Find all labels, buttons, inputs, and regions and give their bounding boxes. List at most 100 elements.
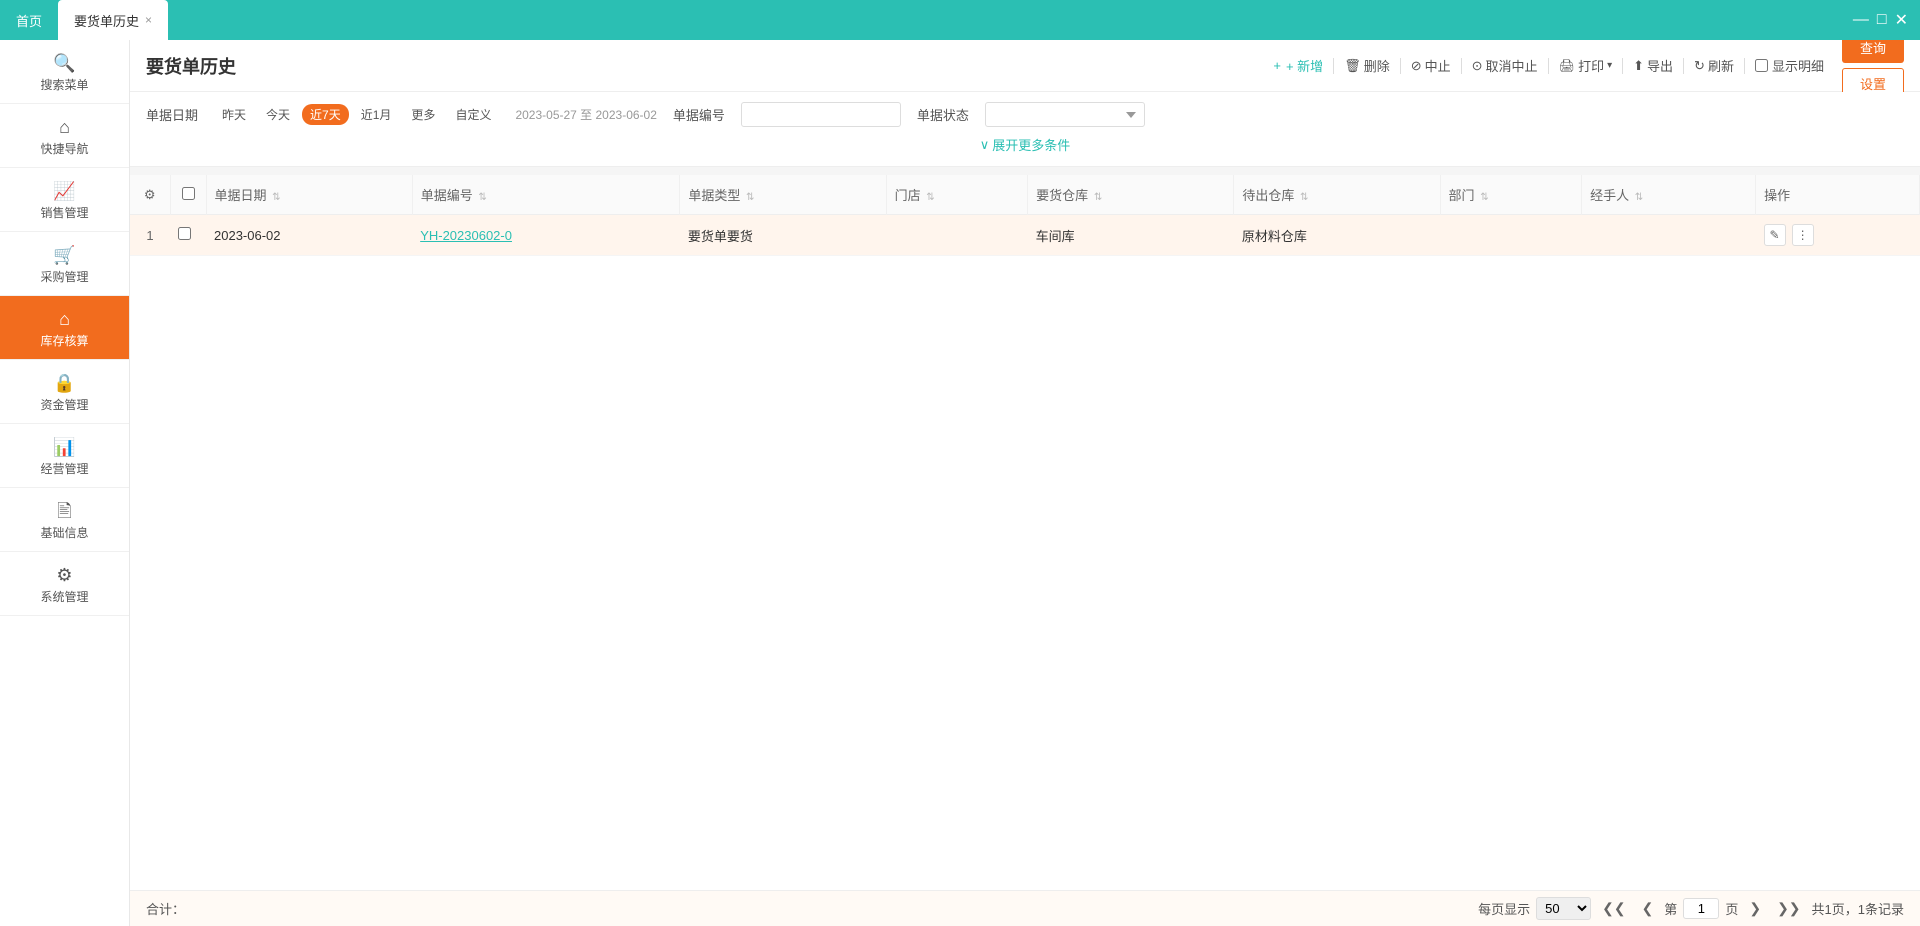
- bill-no-label: 单据编号: [673, 105, 725, 124]
- sales-icon: 📈: [53, 182, 75, 200]
- th-bill-no-label: 单据编号: [421, 188, 473, 203]
- th-pending-warehouse-label: 待出仓库: [1242, 188, 1294, 203]
- table-area: ⚙ 单据日期 ⇅ 单据编号 ⇅: [130, 175, 1920, 890]
- th-bill-type-label: 单据类型: [688, 188, 740, 203]
- toolbar-divider-7: [1744, 58, 1745, 74]
- tab-home[interactable]: 首页: [0, 0, 58, 40]
- th-date: 单据日期 ⇅: [206, 175, 412, 215]
- store-sort-icon[interactable]: ⇅: [926, 192, 934, 203]
- date-btn-1month[interactable]: 近1月: [353, 104, 400, 125]
- requisition-table: ⚙ 单据日期 ⇅ 单据编号 ⇅: [130, 175, 1920, 256]
- row-pending-warehouse: 原材料仓库: [1234, 215, 1440, 256]
- action-edit-icon[interactable]: ✎: [1764, 224, 1786, 246]
- action-more-icon[interactable]: ⋮: [1792, 224, 1814, 246]
- basic-info-icon: 🖹: [57, 502, 71, 520]
- show-detail-checkbox[interactable]: [1755, 59, 1768, 72]
- delete-icon: 🗑: [1344, 58, 1361, 74]
- per-page-label: 每页显示: [1478, 899, 1530, 918]
- req-warehouse-sort-icon[interactable]: ⇅: [1094, 192, 1102, 203]
- row-date: 2023-06-02: [206, 215, 412, 256]
- sidebar-item-basic-info[interactable]: 🖹 基础信息: [0, 488, 129, 552]
- toolbar-divider-3: [1461, 58, 1462, 74]
- sidebar-item-inventory[interactable]: ⌂ 库存核算: [0, 296, 129, 360]
- per-page-select[interactable]: 10 20 50 100: [1536, 897, 1591, 920]
- status-select[interactable]: 待审核 已审核 已拒绝: [985, 102, 1145, 127]
- maximize-icon[interactable]: □: [1877, 11, 1887, 29]
- page-number-input[interactable]: [1683, 898, 1719, 919]
- date-sort-icon[interactable]: ⇅: [272, 192, 280, 203]
- print-button[interactable]: 🖨 打印 ▾: [1559, 56, 1613, 75]
- prev-page-btn[interactable]: ❮: [1637, 898, 1659, 919]
- sidebar-item-label-system: 系统管理: [40, 588, 88, 605]
- date-btn-yesterday[interactable]: 昨天: [214, 104, 254, 125]
- search-menu-icon: 🔍: [53, 54, 75, 72]
- tab-requisition-history[interactable]: 要货单历史 ×: [58, 0, 168, 40]
- row-checkbox[interactable]: [178, 227, 191, 240]
- window-close-icon[interactable]: ✕: [1895, 10, 1908, 30]
- pending-warehouse-sort-icon[interactable]: ⇅: [1300, 192, 1308, 203]
- handler-sort-icon[interactable]: ⇅: [1635, 192, 1643, 203]
- row-num: 1: [130, 215, 170, 256]
- suspend-button[interactable]: ⊘ 中止: [1411, 56, 1451, 75]
- export-button[interactable]: ⬆ 导出: [1633, 56, 1673, 75]
- sidebar-item-purchase[interactable]: 🛒 采购管理: [0, 232, 129, 296]
- date-btn-7days[interactable]: 近7天: [302, 104, 349, 125]
- table-header-row: ⚙ 单据日期 ⇅ 单据编号 ⇅: [130, 175, 1920, 215]
- row-checkbox-cell: [170, 215, 206, 256]
- select-all-checkbox[interactable]: [182, 187, 195, 200]
- sidebar-item-label-finance: 资金管理: [40, 396, 88, 413]
- delete-button[interactable]: 🗑 删除: [1344, 56, 1390, 75]
- new-button[interactable]: + + 新增: [1273, 56, 1323, 75]
- sidebar-item-quick-nav[interactable]: ⌂ 快捷导航: [0, 104, 129, 168]
- toolbar-divider-6: [1683, 58, 1684, 74]
- toolbar-divider-5: [1622, 58, 1623, 74]
- bill-no-sort-icon[interactable]: ⇅: [478, 192, 486, 203]
- date-btn-today[interactable]: 今天: [258, 104, 298, 125]
- sidebar-item-ops[interactable]: 📊 经营管理: [0, 424, 129, 488]
- date-btn-more[interactable]: 更多: [403, 104, 443, 125]
- sidebar-item-label-quicknav: 快捷导航: [40, 140, 88, 157]
- th-dept: 部门 ⇅: [1440, 175, 1582, 215]
- sidebar-item-label-inventory: 库存核算: [40, 332, 88, 349]
- row-store: [886, 215, 1028, 256]
- sidebar-item-system[interactable]: ⚙ 系统管理: [0, 552, 129, 616]
- expand-more-btn[interactable]: ∨ 展开更多条件: [980, 135, 1071, 160]
- sidebar-item-search-menu[interactable]: 🔍 搜索菜单: [0, 40, 129, 104]
- export-icon: ⬆: [1633, 58, 1644, 74]
- new-plus-icon: +: [1273, 58, 1281, 73]
- show-detail-checkbox-label[interactable]: 显示明细: [1755, 56, 1824, 75]
- th-req-warehouse: 要货仓库 ⇅: [1028, 175, 1234, 215]
- tab-home-label: 首页: [16, 11, 42, 30]
- first-page-btn[interactable]: ❮❮: [1597, 898, 1630, 919]
- next-page-btn[interactable]: ❯: [1744, 898, 1766, 919]
- row-bill-no[interactable]: YH-20230602-0: [412, 215, 680, 256]
- purchase-icon: 🛒: [53, 246, 75, 264]
- tab-requisition-label: 要货单历史: [74, 11, 139, 30]
- toolbar: + + 新增 🗑 删除 ⊘ 中止 ⊙ 取消中止: [1273, 40, 1904, 99]
- tab-close-icon[interactable]: ×: [145, 13, 152, 27]
- th-date-label: 单据日期: [215, 188, 267, 203]
- dept-sort-icon[interactable]: ⇅: [1480, 192, 1488, 203]
- last-page-btn[interactable]: ❯❯: [1772, 898, 1805, 919]
- table-row[interactable]: 1 2023-06-02 YH-20230602-0 要货单要货 车间库 原材料…: [130, 215, 1920, 256]
- date-btn-custom[interactable]: 自定义: [447, 104, 499, 125]
- page-title: 要货单历史: [146, 53, 1273, 79]
- minimize-icon[interactable]: —: [1853, 11, 1869, 29]
- row-dept: [1440, 215, 1582, 256]
- print-dropdown-icon: ▾: [1607, 60, 1612, 71]
- th-store-label: 门店: [895, 188, 921, 203]
- sidebar-item-label-purchase: 采购管理: [40, 268, 88, 285]
- cancel-suspend-icon: ⊙: [1472, 58, 1483, 74]
- chevron-down-icon: ∨: [980, 137, 990, 153]
- row-req-warehouse: 车间库: [1028, 215, 1234, 256]
- bill-type-sort-icon[interactable]: ⇅: [746, 192, 754, 203]
- query-button[interactable]: 查询: [1842, 40, 1904, 63]
- sidebar-item-finance[interactable]: 🔒 资金管理: [0, 360, 129, 424]
- settings-icon[interactable]: ⚙: [144, 187, 156, 202]
- refresh-icon: ↻: [1694, 58, 1705, 74]
- refresh-button[interactable]: ↻ 刷新: [1694, 56, 1734, 75]
- toolbar-divider-2: [1400, 58, 1401, 74]
- bill-no-input[interactable]: [741, 102, 901, 127]
- cancel-suspend-button[interactable]: ⊙ 取消中止: [1472, 56, 1538, 75]
- sidebar-item-sales[interactable]: 📈 销售管理: [0, 168, 129, 232]
